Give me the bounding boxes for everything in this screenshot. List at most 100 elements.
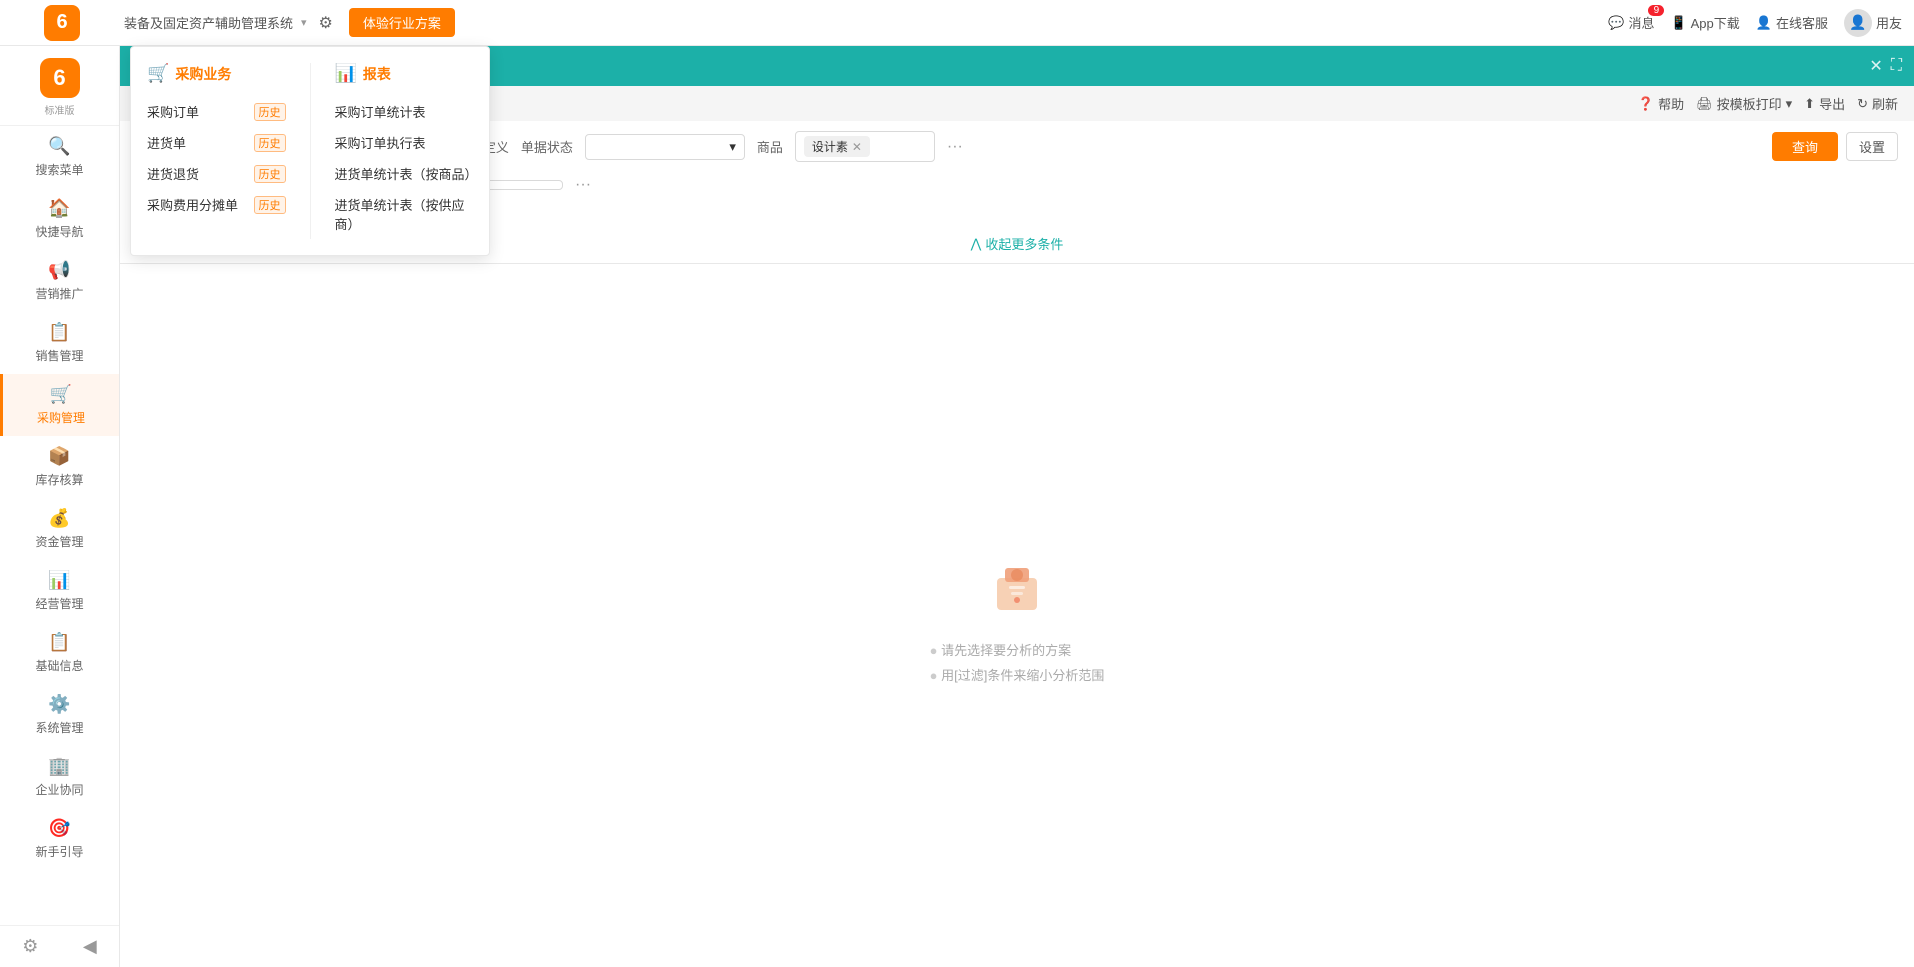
top-bar-right: 💬 消息 9 📱 App下载 👤 在线客服 👤 用友 (1608, 9, 1902, 37)
app-download-btn[interactable]: 📱 App下载 (1670, 13, 1739, 32)
bill-status-arrow: ▾ (729, 139, 736, 155)
purchase-dropdown-menu: 🛒 采购业务 采购订单 历史 进货单 历史 进货退货 历史 采购费用分摊单 历史 (130, 46, 490, 256)
sidebar: 6 标准版 🔍 搜索菜单 🏠 快捷导航 📢 营销推广 📋 销售 (0, 46, 120, 967)
marketing-icon: 📢 (48, 260, 70, 281)
settings-icon[interactable]: ⚙ (319, 13, 333, 33)
dropdown-report-header: 📊 报表 (335, 63, 474, 84)
sidebar-label-inventory: 库存核算 (35, 471, 83, 488)
dropdown-item-stock-in-stats-goods[interactable]: 进货单统计表（按商品） (335, 158, 474, 189)
sidebar-item-sales[interactable]: 📋 销售管理 (0, 312, 119, 374)
title-dropdown-arrow[interactable]: ▾ (301, 16, 307, 29)
sidebar-label-purchase: 采购管理 (37, 409, 85, 426)
history-badge-purchase-order[interactable]: 历史 (254, 103, 286, 121)
sales-icon: 📋 (48, 322, 70, 343)
user-avatar: 👤 (1844, 9, 1872, 37)
salesperson-more-btn[interactable]: ··· (575, 176, 591, 194)
help-btn[interactable]: ❓ 帮助 (1638, 94, 1684, 113)
goods-select[interactable]: 设计素 ✕ (795, 131, 935, 162)
print-icon: 🖨 (1696, 96, 1713, 112)
dropdown-item-stock-in-stats-supplier[interactable]: 进货单统计表（按供应商） (335, 189, 474, 239)
operations-icon: 📊 (48, 570, 70, 591)
sidebar-item-system[interactable]: ⚙️ 系统管理 (0, 684, 119, 746)
sidebar-label-enterprise: 企业协同 (35, 781, 83, 798)
service-icon: 👤 (1756, 15, 1772, 31)
app-title: 装备及固定资产辅助管理系统 (124, 13, 293, 32)
sidebar-settings-btn[interactable]: ⚙ (22, 936, 38, 957)
dropdown-item-purchase-order-stats[interactable]: 采购订单统计表 (335, 96, 474, 127)
sidebar-label-basic-info: 基础信息 (35, 657, 83, 674)
dropdown-item-purchase-order[interactable]: 采购订单 历史 (147, 96, 286, 127)
sidebar-bottom: ⚙ ◀ (0, 925, 119, 967)
sidebar-item-purchase[interactable]: 🛒 采购管理 (0, 374, 119, 436)
message-icon: 💬 (1608, 15, 1624, 31)
sidebar-collapse-btn[interactable]: ◀ (83, 936, 97, 957)
help-icon: ❓ (1638, 96, 1654, 112)
tab-fullscreen-icon[interactable]: ⛶ (1891, 57, 1902, 75)
app-container: 6 装备及固定资产辅助管理系统 ▾ ⚙ 体验行业方案 💬 消息 9 📱 App下… (0, 0, 1914, 967)
sidebar-item-quick-nav[interactable]: 🏠 快捷导航 (0, 188, 119, 250)
sidebar-item-basic-info[interactable]: 📋 基础信息 (0, 622, 119, 684)
finance-icon: 💰 (48, 508, 70, 529)
purchase-icon: 🛒 (50, 384, 72, 405)
purchase-header-icon: 🛒 (147, 63, 169, 84)
dropdown-item-stock-in[interactable]: 进货单 历史 (147, 127, 286, 158)
logo-area: 6 (12, 5, 112, 41)
goods-more-btn[interactable]: ··· (947, 138, 963, 156)
dropdown-item-stock-return[interactable]: 进货退货 历史 (147, 158, 286, 189)
sidebar-item-finance[interactable]: 💰 资金管理 (0, 498, 119, 560)
print-btn[interactable]: 🖨 按模板打印 ▾ (1696, 94, 1792, 113)
sidebar-label-search: 搜索菜单 (35, 161, 83, 178)
empty-illustration (977, 548, 1057, 628)
system-icon: ⚙️ (48, 694, 70, 715)
sidebar-item-operations[interactable]: 📊 经营管理 (0, 560, 119, 622)
industry-btn[interactable]: 体验行业方案 (349, 8, 455, 37)
online-service-btn[interactable]: 👤 在线客服 (1756, 13, 1828, 32)
history-badge-purchase-cost[interactable]: 历史 (254, 196, 286, 214)
refresh-btn[interactable]: ↻ 刷新 (1857, 94, 1898, 113)
top-bar: 6 装备及固定资产辅助管理系统 ▾ ⚙ 体验行业方案 💬 消息 9 📱 App下… (0, 0, 1914, 46)
basic-info-icon: 📋 (48, 632, 70, 653)
dropdown-item-purchase-cost[interactable]: 采购费用分摊单 历史 (147, 189, 286, 220)
goods-tag-close[interactable]: ✕ (852, 140, 862, 154)
query-btn[interactable]: 查询 (1772, 132, 1838, 161)
tab-close-icon[interactable]: ✕ (1869, 56, 1882, 76)
history-badge-stock-return[interactable]: 历史 (254, 165, 286, 183)
inventory-icon: 📦 (48, 446, 70, 467)
sidebar-item-guide[interactable]: 🎯 新手引导 (0, 808, 119, 870)
bill-status-select[interactable]: ▾ (585, 134, 745, 160)
messages-badge: 9 (1648, 5, 1664, 16)
empty-state: 请先选择要分析的方案 用[过滤]条件来缩小分析范围 (120, 264, 1914, 967)
sidebar-nav: 🔍 搜索菜单 🏠 快捷导航 📢 营销推广 📋 销售管理 🛒 采购管 (0, 126, 119, 925)
history-badge-stock-in[interactable]: 历史 (254, 134, 286, 152)
sidebar-label-sales: 销售管理 (35, 347, 83, 364)
settings-btn[interactable]: 设置 (1846, 132, 1898, 161)
sidebar-label-system: 系统管理 (35, 719, 83, 736)
enterprise-icon: 🏢 (48, 756, 70, 777)
tab-expand-area: ✕ ⛶ (1869, 56, 1914, 76)
sidebar-logo: 6 标准版 (0, 46, 119, 126)
export-btn[interactable]: ⬆ 导出 (1804, 94, 1845, 113)
sidebar-label-quick-nav: 快捷导航 (35, 223, 83, 240)
messages-btn[interactable]: 💬 消息 9 (1608, 13, 1654, 32)
report-header-icon: 📊 (335, 63, 357, 84)
dropdown-report-col: 📊 报表 采购订单统计表 采购订单执行表 进货单统计表（按商品） 进货单统计表（… (335, 63, 474, 239)
dropdown-purchase-header: 🛒 采购业务 (147, 63, 286, 84)
export-icon: ⬆ (1804, 96, 1815, 112)
sidebar-item-search[interactable]: 🔍 搜索菜单 (0, 126, 119, 188)
dropdown-divider (310, 63, 311, 239)
empty-tips: 请先选择要分析的方案 用[过滤]条件来缩小分析范围 (930, 640, 1105, 684)
sidebar-item-marketing[interactable]: 📢 营销推广 (0, 250, 119, 312)
search-icon: 🔍 (48, 136, 70, 157)
collapse-btn[interactable]: ⋀ 收起更多条件 (971, 234, 1064, 253)
empty-tip-1: 请先选择要分析的方案 (930, 640, 1105, 659)
sidebar-label-marketing: 营销推广 (35, 285, 83, 302)
phone-icon: 📱 (1670, 15, 1686, 31)
dropdown-purchase-col: 🛒 采购业务 采购订单 历史 进货单 历史 进货退货 历史 采购费用分摊单 历史 (147, 63, 286, 239)
user-area[interactable]: 👤 用友 (1844, 9, 1902, 37)
sidebar-label-guide: 新手引导 (35, 843, 83, 860)
sidebar-item-enterprise[interactable]: 🏢 企业协同 (0, 746, 119, 808)
sidebar-item-inventory[interactable]: 📦 库存核算 (0, 436, 119, 498)
empty-tip-2: 用[过滤]条件来缩小分析范围 (930, 665, 1105, 684)
dropdown-item-purchase-order-exec[interactable]: 采购订单执行表 (335, 127, 474, 158)
sidebar-label-operations: 经营管理 (35, 595, 83, 612)
